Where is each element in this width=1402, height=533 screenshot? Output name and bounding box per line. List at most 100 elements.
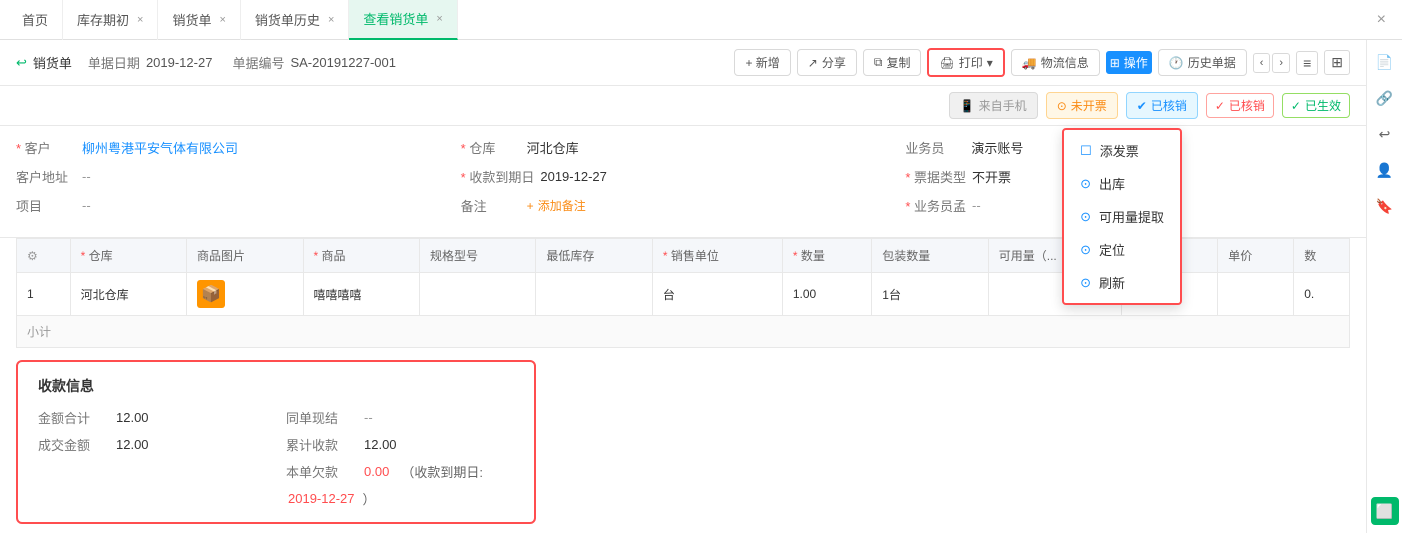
tab-view-sales[interactable]: 查看销货单 × — [349, 0, 457, 40]
receipt-total-value: 12.00 — [116, 410, 149, 425]
col-unit: 销售单位 — [652, 239, 782, 273]
locate-label: 定位 — [1099, 240, 1125, 259]
effect-btn[interactable]: ✓ 已生效 — [1282, 93, 1350, 118]
dropdown-outbound[interactable]: ⊙ 出库 — [1064, 167, 1180, 200]
warehouse-value: 河北仓库 — [527, 138, 579, 157]
add-invoice-icon: ☐ — [1080, 143, 1092, 159]
tab-history-close[interactable]: × — [328, 14, 334, 26]
new-label: + 新增 — [745, 54, 779, 71]
receipt-balance-date: 2019-12-27 — [288, 491, 355, 506]
dropdown-add-invoice[interactable]: ☐ 添发票 — [1064, 134, 1180, 167]
receipt-grid: 金额合计 12.00 同单现结 -- 成交金额 12.00 累计收款 12.00 — [38, 408, 514, 508]
operations-dropdown: ☐ 添发票 ⊙ 出库 ⊙ 可用量提取 ⊙ 定位 ⊙ 刷新 — [1062, 128, 1182, 305]
print-button[interactable]: 🖨 打印 ▾ — [927, 48, 1004, 77]
nav-next[interactable]: › — [1272, 53, 1290, 73]
receipt-same-order-value: -- — [364, 410, 373, 425]
from-phone-btn[interactable]: 📱 来自手机 — [949, 92, 1038, 119]
panel-icon-expand[interactable]: ⬜ — [1371, 497, 1399, 525]
tab-home-label: 首页 — [22, 10, 48, 29]
new-button[interactable]: + 新增 — [734, 49, 790, 76]
print-icon: 🖨 — [939, 56, 954, 70]
doc-header: ↩ 销货单 单据日期 2019-12-27 单据编号 SA-20191227-0… — [0, 40, 1366, 86]
dropdown-available[interactable]: ⊙ 可用量提取 — [1064, 200, 1180, 233]
nav-prev[interactable]: ‹ — [1253, 53, 1271, 73]
operations-label: 操作 — [1124, 54, 1148, 71]
tab-bar: 首页 库存期初 × 销货单 × 销货单历史 × 查看销货单 × × — [0, 0, 1402, 40]
add-note-label: 添加备注 — [538, 197, 586, 214]
cell-qty: 1.00 — [782, 273, 871, 316]
warehouse-field: 仓库 河北仓库 — [461, 138, 906, 157]
subtotal-row: 小计 — [17, 316, 1350, 348]
copy-label: 复制 — [886, 54, 910, 71]
logistics-button[interactable]: 🚚 物流信息 — [1011, 49, 1100, 76]
sold-label: 已核销 — [1229, 97, 1265, 114]
toolbar: + 新增 ↗ 分享 ⧉ 复制 🖨 打印 ▾ 🚚 物流信息 — [734, 48, 1350, 77]
tab-inventory-close[interactable]: × — [137, 14, 143, 26]
not-open-icon: ⊙ — [1057, 99, 1067, 113]
doc-title-text: 销货单 — [33, 53, 72, 72]
add-note-btn[interactable]: + 添加备注 — [527, 197, 586, 214]
due-date-field: 收款到期日 2019-12-27 — [461, 167, 906, 186]
ticket-type-value: 不开票 — [972, 167, 1011, 186]
receipt-total-row: 金额合计 12.00 — [38, 408, 266, 427]
view-grid-btn[interactable]: ⊞ — [1324, 50, 1350, 75]
doc-title: ↩ 销货单 — [16, 53, 72, 72]
receipt-cumulative-row: 累计收款 12.00 — [286, 435, 514, 454]
tab-view-sales-close[interactable]: × — [436, 13, 442, 25]
tab-inventory[interactable]: 库存期初 × — [63, 0, 158, 40]
customer-field: 客户 柳州粤港平安气体有限公司 — [16, 138, 461, 157]
receipt-balance-note: （收款到期日: — [401, 462, 483, 481]
panel-icon-1[interactable]: 📄 — [1371, 48, 1399, 76]
panel-icon-2[interactable]: 🔗 — [1371, 84, 1399, 112]
receipt-transaction-label: 成交金额 — [38, 435, 108, 454]
warehouse-label: 仓库 — [461, 138, 521, 157]
col-qty: 数量 — [782, 239, 871, 273]
customer-value[interactable]: 柳州粤港平安气体有限公司 — [82, 138, 238, 157]
available-label: 可用量提取 — [1099, 207, 1164, 226]
tab-history[interactable]: 销货单历史 × — [241, 0, 349, 40]
copy-button[interactable]: ⧉ 复制 — [863, 49, 922, 76]
confirmed-icon: ✔ — [1137, 99, 1147, 113]
panel-icon-4[interactable]: 👤 — [1371, 156, 1399, 184]
product-image: 📦 — [197, 280, 225, 308]
cell-product: 嘻嘻嘻嘻 — [303, 273, 419, 316]
col-min-stock: 最低库存 — [536, 239, 652, 273]
main-area: ↩ 销货单 单据日期 2019-12-27 单据编号 SA-20191227-0… — [0, 40, 1402, 533]
share-label: 分享 — [822, 54, 846, 71]
tab-inventory-label: 库存期初 — [77, 10, 129, 29]
col-amount: 数 — [1294, 239, 1350, 273]
operations-icon: ⊞ — [1110, 56, 1120, 70]
doc-no-label: 单据编号 — [232, 53, 284, 72]
print-dropdown-icon: ▾ — [987, 56, 993, 70]
window-close-icon[interactable]: × — [1369, 11, 1394, 28]
operations-button[interactable]: ⊞ 操作 — [1106, 51, 1152, 74]
share-button[interactable]: ↗ 分享 — [797, 49, 857, 76]
view-list-btn[interactable]: ≡ — [1296, 51, 1318, 75]
doc-no-value: SA-20191227-001 — [290, 55, 396, 70]
note-label: 备注 — [461, 196, 521, 215]
cell-img: 📦 — [187, 273, 303, 316]
confirmed-btn[interactable]: ✔ 已核销 — [1126, 92, 1198, 119]
dropdown-locate[interactable]: ⊙ 定位 — [1064, 233, 1180, 266]
address-value: -- — [82, 169, 91, 184]
staff-label: 业务员 — [905, 138, 965, 157]
right-panel: 📄 🔗 ↩ 👤 🔖 ⬜ — [1366, 40, 1402, 533]
cell-amount: 0. — [1294, 273, 1350, 316]
receipt-same-order-label: 同单现结 — [286, 408, 356, 427]
dropdown-refresh[interactable]: ⊙ 刷新 — [1064, 266, 1180, 299]
address-field: 客户地址 -- — [16, 167, 461, 186]
tab-sales-close[interactable]: × — [219, 14, 225, 26]
receipt-title: 收款信息 — [38, 376, 514, 396]
sold-btn[interactable]: ✓ 已核销 — [1206, 93, 1274, 118]
not-open-label: 未开票 — [1071, 97, 1107, 114]
tab-bar-right: × — [1369, 11, 1394, 29]
history-button[interactable]: 🕐 历史单据 — [1158, 49, 1247, 76]
cell-unit: 台 — [652, 273, 782, 316]
not-open-btn[interactable]: ⊙ 未开票 — [1046, 92, 1118, 119]
tab-home[interactable]: 首页 — [8, 0, 63, 40]
tab-sales[interactable]: 销货单 × — [158, 0, 240, 40]
panel-icon-3[interactable]: ↩ — [1371, 120, 1399, 148]
gear-icon[interactable]: ⚙ — [27, 249, 38, 263]
col-price: 单价 — [1218, 239, 1294, 273]
panel-icon-5[interactable]: 🔖 — [1371, 192, 1399, 220]
